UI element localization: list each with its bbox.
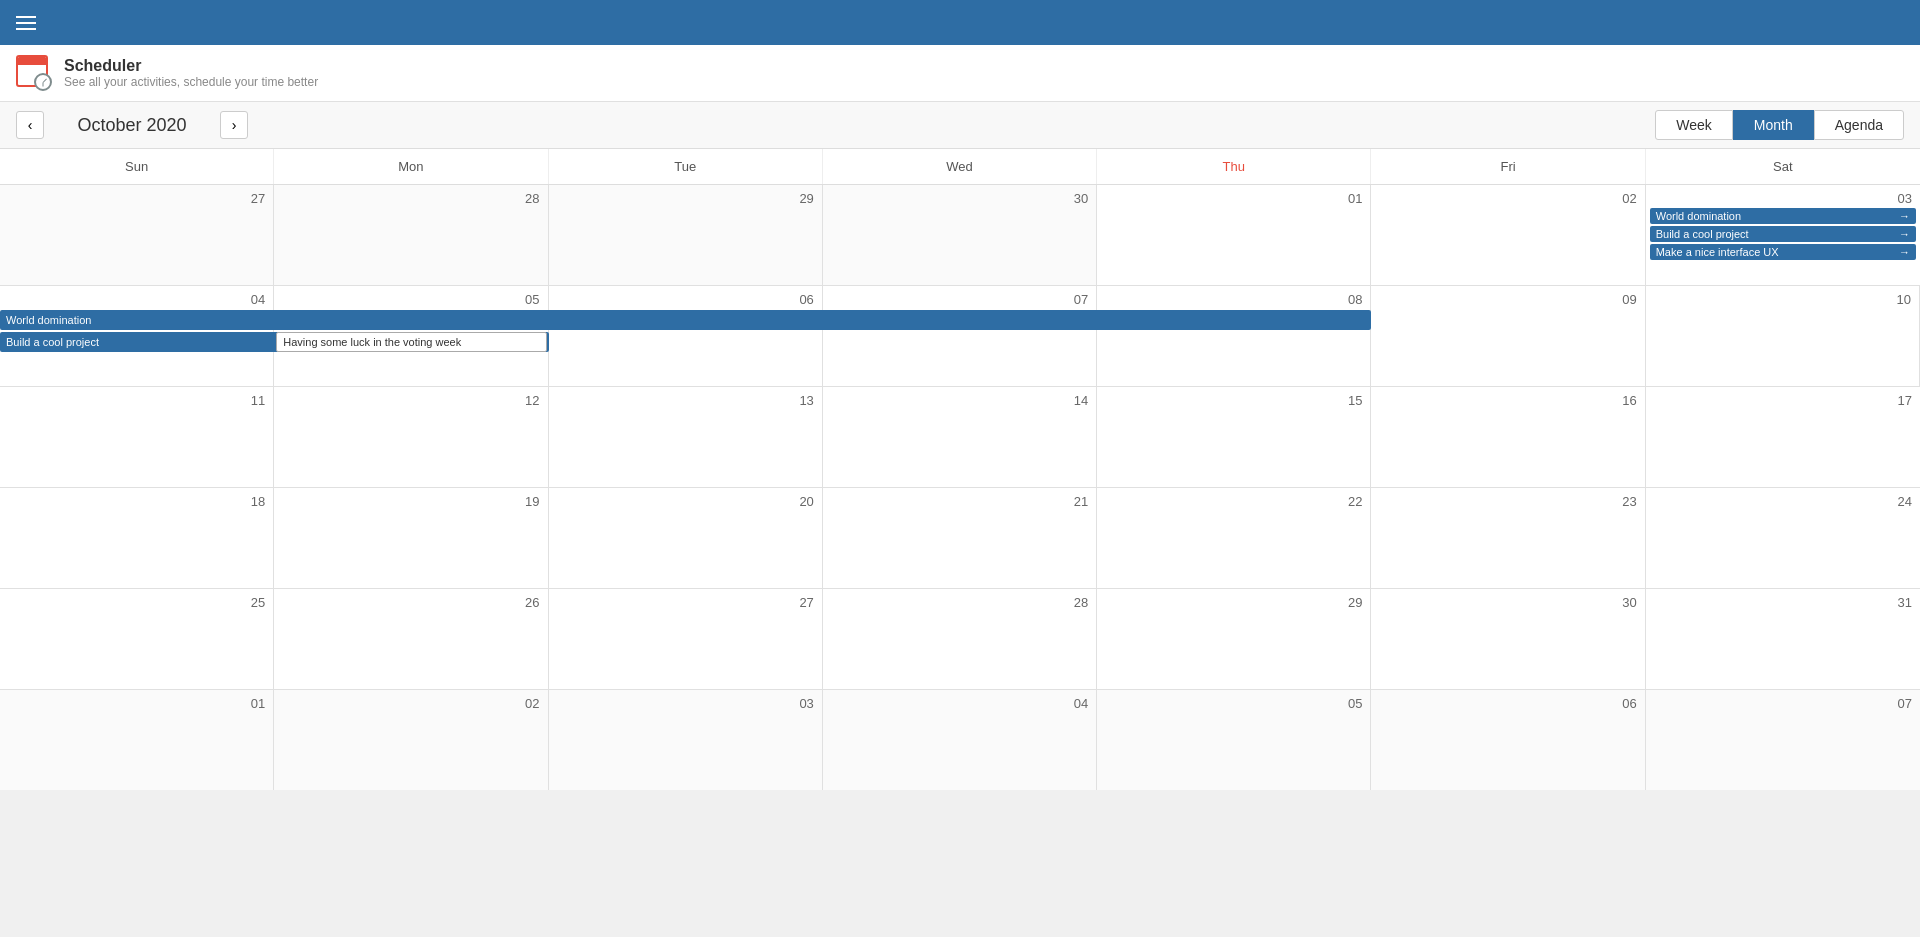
day-nov04[interactable]: 04 [823,690,1097,790]
span-world-domination-w2[interactable]: World domination [0,310,1371,330]
day-oct15[interactable]: 15 [1097,387,1371,487]
day-oct17[interactable]: 17 [1646,387,1920,487]
day-oct18[interactable]: 18 [0,488,274,588]
day-oct22[interactable]: 22 [1097,488,1371,588]
header-mon: Mon [274,149,548,184]
calendar-week-6: 01 02 03 04 05 06 07 [0,690,1920,790]
hamburger-menu[interactable] [16,16,36,30]
day-oct20[interactable]: 20 [549,488,823,588]
day-oct21[interactable]: 21 [823,488,1097,588]
day-oct31[interactable]: 31 [1646,589,1920,689]
header-thu: Thu [1097,149,1371,184]
topbar [0,0,1920,45]
calendar-nav: ‹ October 2020 › [16,111,248,139]
day-oct06[interactable]: 06 [549,286,823,386]
header-sat: Sat [1646,149,1920,184]
day-nov07[interactable]: 07 [1646,690,1920,790]
day-sep29[interactable]: 29 [549,185,823,285]
day-oct12[interactable]: 12 [274,387,548,487]
month-label: October 2020 [52,115,212,136]
day-oct03[interactable]: 03 World domination → Build a cool proje… [1646,185,1920,285]
agenda-view-button[interactable]: Agenda [1814,110,1904,140]
day-nov06[interactable]: 06 [1371,690,1645,790]
next-month-button[interactable]: › [220,111,248,139]
app-header: Scheduler See all your activities, sched… [0,45,1920,102]
day-oct24[interactable]: 24 [1646,488,1920,588]
day-oct30[interactable]: 30 [1371,589,1645,689]
day-oct26[interactable]: 26 [274,589,548,689]
day-oct08[interactable]: 08 [1097,286,1371,386]
header-fri: Fri [1371,149,1645,184]
week-view-button[interactable]: Week [1655,110,1733,140]
calendar: Sun Mon Tue Wed Thu Fri Sat 27 28 29 30 … [0,149,1920,790]
calendar-toolbar: ‹ October 2020 › Week Month Agenda [0,102,1920,149]
day-oct25[interactable]: 25 [0,589,274,689]
month-view-button[interactable]: Month [1733,110,1814,140]
day-nov01[interactable]: 01 [0,690,274,790]
event-make-nice-w1[interactable]: Make a nice interface UX → [1650,244,1916,260]
day-oct07[interactable]: 07 [823,286,1097,386]
header-tue: Tue [549,149,823,184]
day-nov03[interactable]: 03 [549,690,823,790]
app-title: Scheduler [64,57,318,75]
day-oct27[interactable]: 27 [549,589,823,689]
day-oct11[interactable]: 11 [0,387,274,487]
day-oct29[interactable]: 29 [1097,589,1371,689]
header-sun: Sun [0,149,274,184]
calendar-header-row: Sun Mon Tue Wed Thu Fri Sat [0,149,1920,185]
calendar-week-4: 18 19 20 21 22 23 24 [0,488,1920,589]
calendar-grid: 27 28 29 30 01 02 03 World domination → … [0,185,1920,790]
app-subtitle: See all your activities, schedule your t… [64,75,318,89]
event-world-domination-w1[interactable]: World domination → [1650,208,1916,224]
calendar-week-2: 04 05 06 07 08 09 10 World domination Bu… [0,286,1920,387]
day-oct10[interactable]: 10 [1646,286,1920,386]
day-oct14[interactable]: 14 [823,387,1097,487]
day-oct01[interactable]: 01 [1097,185,1371,285]
day-oct13[interactable]: 13 [549,387,823,487]
span-having-luck-w2[interactable]: Having some luck in the voting week [276,332,546,352]
prev-month-button[interactable]: ‹ [16,111,44,139]
header-wed: Wed [823,149,1097,184]
day-sep28[interactable]: 28 [274,185,548,285]
calendar-week-1: 27 28 29 30 01 02 03 World domination → … [0,185,1920,286]
event-build-cool-w1[interactable]: Build a cool project → [1650,226,1916,242]
day-nov05[interactable]: 05 [1097,690,1371,790]
day-oct23[interactable]: 23 [1371,488,1645,588]
day-oct16[interactable]: 16 [1371,387,1645,487]
app-title-group: Scheduler See all your activities, sched… [64,57,318,89]
calendar-week-3: 11 12 13 14 15 16 17 [0,387,1920,488]
day-oct28[interactable]: 28 [823,589,1097,689]
day-oct09[interactable]: 09 [1371,286,1645,386]
day-sep30[interactable]: 30 [823,185,1097,285]
day-oct19[interactable]: 19 [274,488,548,588]
day-oct02[interactable]: 02 [1371,185,1645,285]
calendar-week-5: 25 26 27 28 29 30 31 [0,589,1920,690]
day-nov02[interactable]: 02 [274,690,548,790]
view-buttons: Week Month Agenda [1655,110,1904,140]
app-icon [16,55,52,91]
day-sep27[interactable]: 27 [0,185,274,285]
